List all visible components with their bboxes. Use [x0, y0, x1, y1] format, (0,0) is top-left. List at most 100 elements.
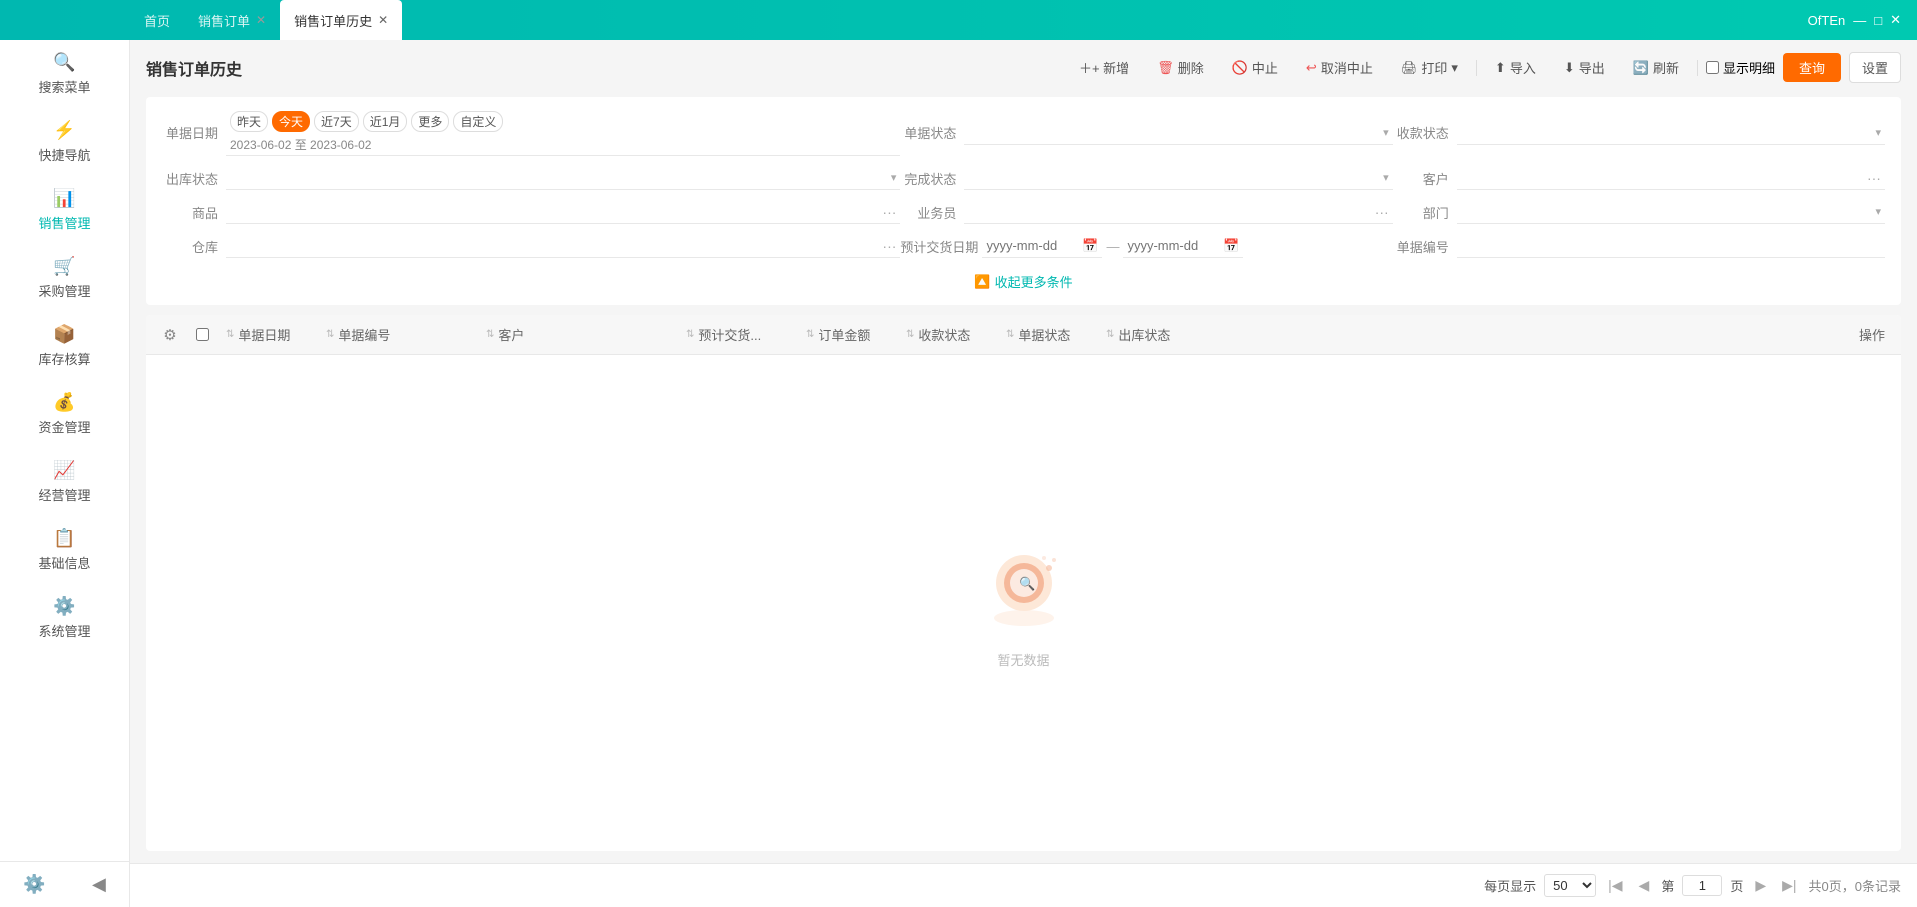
settings-button[interactable]: 设置	[1849, 52, 1901, 83]
doc-status-value: ▾	[964, 121, 1392, 145]
sidebar-item-operations-label: 经营管理	[38, 485, 90, 504]
goods-dots[interactable]: ···	[882, 204, 896, 220]
th-docno-sort-icon[interactable]: ⇅	[326, 329, 334, 340]
import-button[interactable]: ⬆ 导入	[1485, 54, 1546, 81]
th-out-status: ⇅ 出库状态	[1098, 325, 1198, 344]
page-content: 销售订单历史 ＋ + 新增 🗑 删除 🚫 中止 ↩	[130, 40, 1917, 863]
filter-complete-status: 完成状态 ▾	[900, 166, 1392, 190]
select-all-checkbox[interactable]	[196, 328, 209, 341]
doc-status-arrow[interactable]: ▾	[1383, 126, 1389, 139]
page-label: 第	[1661, 876, 1674, 895]
date-btn-more[interactable]: 更多	[411, 111, 449, 132]
tab-sales-order[interactable]: 销售订单 ✕	[184, 0, 280, 40]
th-date-sort-icon[interactable]: ⇅	[226, 329, 234, 340]
next-page-btn[interactable]: ▶	[1751, 875, 1770, 896]
complete-status-value: ▾	[964, 166, 1392, 190]
th-outstatus-sort-icon[interactable]: ⇅	[1106, 329, 1114, 340]
window-close[interactable]: ✕	[1890, 12, 1901, 28]
window-minimize[interactable]: —	[1853, 13, 1866, 28]
delivery-date-label: 预计交货日期	[900, 237, 978, 256]
close-sales-order-history-tab[interactable]: ✕	[378, 13, 388, 27]
empty-area: 🔍 暂无数据	[146, 355, 1901, 851]
th-amount-sort-icon[interactable]: ⇅	[806, 329, 814, 340]
delivery-date-to-input[interactable]	[1127, 238, 1219, 253]
out-status-value: ▾	[226, 166, 900, 190]
date-range: 2023-06-02 至 2023-06-02	[230, 136, 503, 153]
nav-icon: ⚡	[53, 120, 75, 141]
print-button[interactable]: 🖨 打印 ▾	[1391, 54, 1468, 81]
date-btn-custom[interactable]: 自定义	[453, 111, 503, 132]
sidebar-item-search[interactable]: 🔍 搜索菜单	[0, 40, 129, 108]
content-area: 销售订单历史 ＋ + 新增 🗑 删除 🚫 中止 ↩	[130, 40, 1917, 907]
cancel-stop-icon: ↩	[1306, 60, 1317, 76]
recv-status-arrow[interactable]: ▾	[1875, 126, 1881, 139]
filter-row-2: 出库状态 ▾ 完成状态 ▾ 客户 ···	[162, 166, 1885, 190]
refresh-icon: 🔄	[1633, 60, 1649, 76]
salesperson-dots[interactable]: ···	[1375, 204, 1389, 220]
delete-button[interactable]: 🗑 删除	[1147, 54, 1214, 81]
sidebar-item-system[interactable]: ⚙️ 系统管理	[0, 584, 129, 652]
sidebar-item-inventory[interactable]: 📦 库存核算	[0, 312, 129, 380]
page-size-select[interactable]: 50 10 20 100	[1544, 874, 1596, 897]
cancel-stop-button[interactable]: ↩ 取消中止	[1296, 54, 1383, 81]
date-btn-7days[interactable]: 近7天	[314, 111, 359, 132]
department-arrow[interactable]: ▾	[1875, 205, 1881, 218]
doc-no-input[interactable]	[1461, 238, 1881, 253]
first-page-btn[interactable]: |◀	[1604, 875, 1626, 896]
page-size-label: 每页显示	[1484, 876, 1536, 895]
warehouse-dots[interactable]: ···	[882, 238, 896, 254]
tab-sales-order-history[interactable]: 销售订单历史 ✕	[280, 0, 402, 40]
calendar-from-icon[interactable]: 📅	[1082, 238, 1098, 254]
close-sales-order-tab[interactable]: ✕	[256, 13, 266, 27]
refresh-button[interactable]: 🔄 刷新	[1623, 54, 1689, 81]
delivery-date-from-input[interactable]	[986, 238, 1078, 253]
th-docstatus-sort-icon[interactable]: ⇅	[1006, 329, 1014, 340]
th-gear[interactable]: ⚙	[154, 326, 186, 344]
show-detail-checkbox[interactable]	[1706, 61, 1719, 74]
export-button[interactable]: ⬇ 导出	[1554, 54, 1615, 81]
sidebar-item-purchase[interactable]: 🛒 采购管理	[0, 244, 129, 312]
new-button[interactable]: ＋ + 新增	[1069, 54, 1139, 81]
filter-panel: 单据日期 昨天 今天 近7天 近1月 更多 自定义	[146, 97, 1901, 305]
doc-status-label: 单据状态	[900, 123, 956, 142]
query-button[interactable]: 查询	[1783, 53, 1841, 82]
collapse-btn[interactable]: 🔼 收起更多条件	[162, 268, 1885, 293]
sidebar-item-operations[interactable]: 📈 经营管理	[0, 448, 129, 516]
window-maximize[interactable]: □	[1874, 13, 1882, 28]
sidebar-item-nav[interactable]: ⚡ 快捷导航	[0, 108, 129, 176]
th-recv-sort-icon[interactable]: ⇅	[906, 329, 914, 340]
show-detail-check[interactable]: 显示明细	[1706, 58, 1775, 77]
import-icon: ⬆	[1495, 60, 1506, 76]
sidebar-item-basic-label: 基础信息	[38, 553, 90, 572]
th-delivery-sort-icon[interactable]: ⇅	[686, 329, 694, 340]
out-status-arrow[interactable]: ▾	[891, 171, 897, 184]
last-page-btn[interactable]: ▶|	[1778, 875, 1800, 896]
filter-doc-no: 单据编号	[1393, 234, 1885, 258]
th-doc-status: ⇅ 单据状态	[998, 325, 1098, 344]
sidebar-item-basic[interactable]: 📋 基础信息	[0, 516, 129, 584]
salesperson-value: ···	[964, 200, 1392, 224]
empty-illustration: 🔍	[974, 538, 1074, 638]
date-btn-today[interactable]: 今天	[272, 111, 310, 132]
stop-button[interactable]: 🚫 中止	[1222, 54, 1288, 81]
th-customer-sort-icon[interactable]: ⇅	[486, 329, 494, 340]
top-bar-right: OfTEn — □ ✕	[1808, 12, 1917, 28]
system-icon: ⚙️	[53, 596, 75, 617]
date-btn-yesterday[interactable]: 昨天	[230, 111, 268, 132]
warehouse-value: ···	[226, 234, 900, 258]
complete-status-arrow[interactable]: ▾	[1383, 171, 1389, 184]
tab-home[interactable]: 首页	[130, 0, 184, 40]
date-btn-1month[interactable]: 近1月	[363, 111, 408, 132]
prev-page-btn[interactable]: ◀	[1635, 875, 1654, 896]
sidebar-item-finance[interactable]: 💰 资金管理	[0, 380, 129, 448]
sidebar-item-sales[interactable]: 📊 销售管理	[0, 176, 129, 244]
customer-dots[interactable]: ···	[1867, 170, 1881, 186]
page-number-input[interactable]	[1682, 875, 1722, 896]
toolbar: ＋ + 新增 🗑 删除 🚫 中止 ↩ 取消中止	[1069, 52, 1901, 83]
filter-out-status: 出库状态 ▾	[162, 166, 900, 190]
settings-bottom-icon[interactable]: ⚙️	[23, 874, 45, 895]
collapse-sidebar-icon[interactable]: ◀	[92, 874, 106, 895]
delivery-date-to: 📅	[1123, 234, 1243, 258]
calendar-to-icon[interactable]: 📅	[1223, 238, 1239, 254]
page-total: 共0页，0条记录	[1809, 876, 1901, 895]
